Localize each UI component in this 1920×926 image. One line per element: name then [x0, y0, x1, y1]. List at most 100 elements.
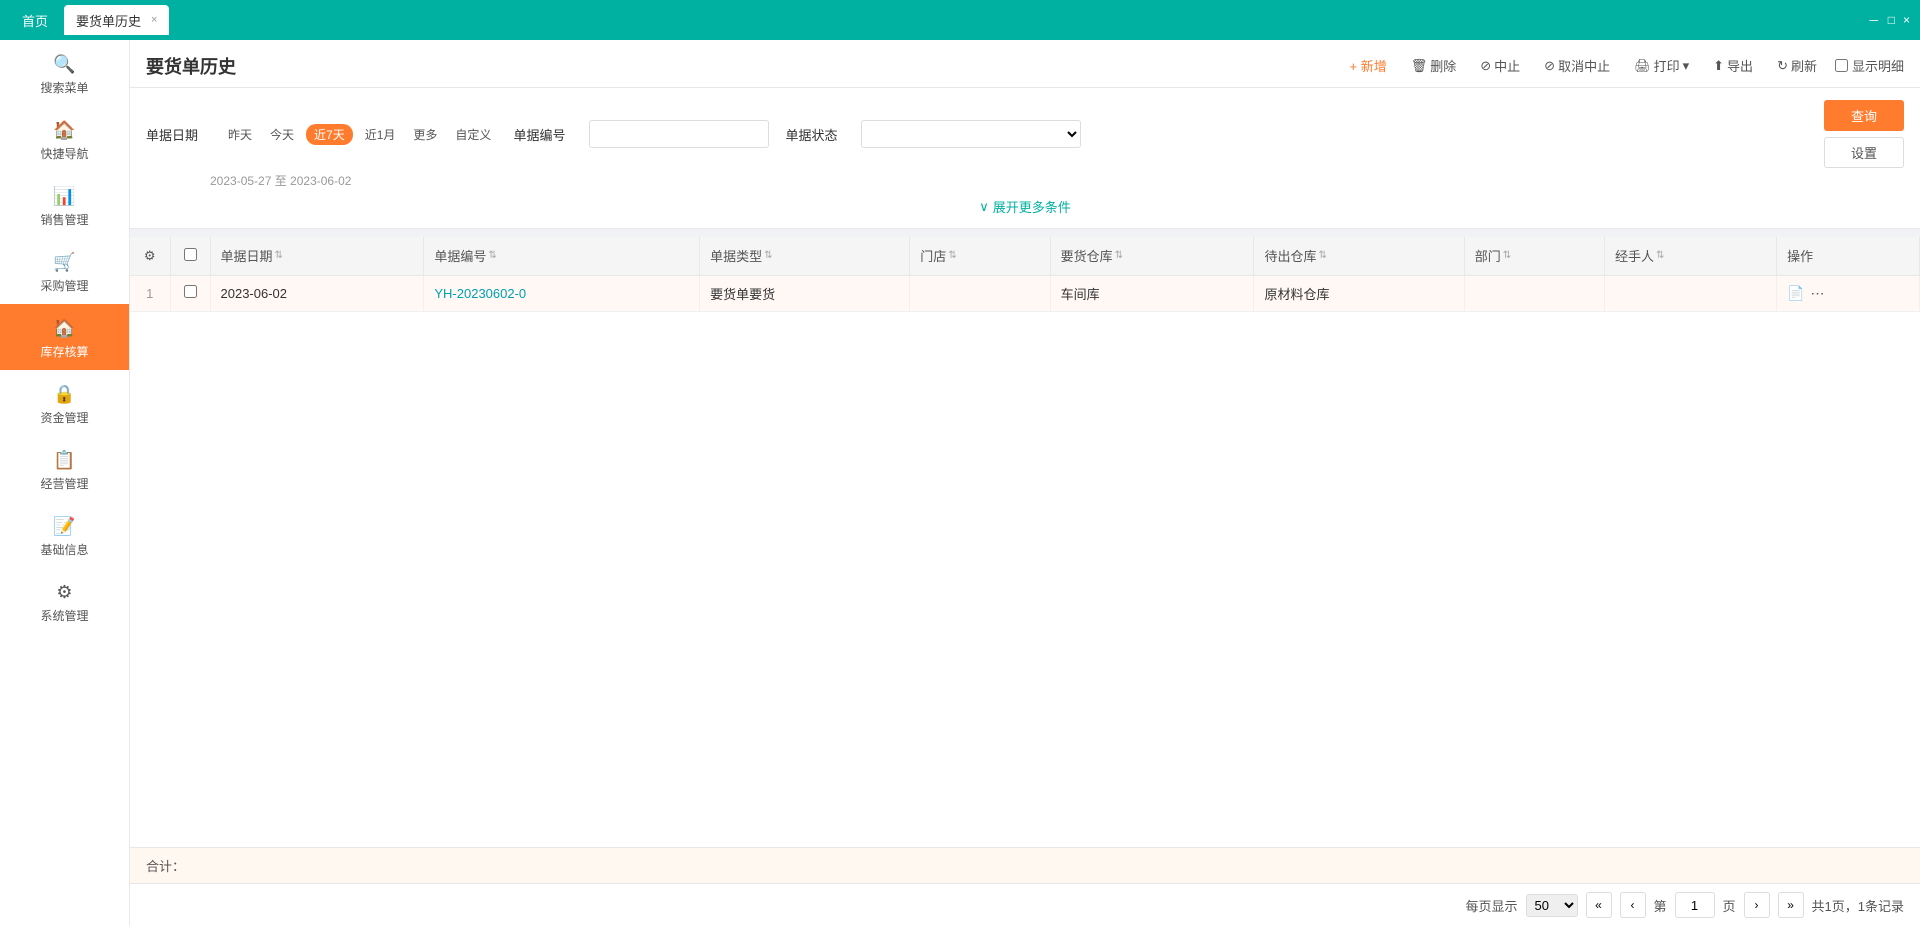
display-detail-checkbox[interactable]: 显示明细: [1835, 56, 1904, 75]
print-button[interactable]: 🖨 打印 ▾: [1628, 52, 1695, 79]
col-operation: 操作: [1777, 237, 1920, 275]
prev-page-btn[interactable]: ‹: [1620, 892, 1646, 918]
sort-department-icon: ⇅: [1503, 250, 1511, 261]
col-handler[interactable]: 经手人 ⇅: [1605, 237, 1777, 275]
tab-close-icon[interactable]: ×: [151, 14, 157, 26]
window-minimize-icon[interactable]: －: [1868, 12, 1880, 29]
sidebar-item-finance[interactable]: 🔒 资金管理: [0, 370, 129, 436]
tab-home[interactable]: 首页: [10, 5, 60, 35]
doc-date-label: 单据日期: [146, 125, 206, 144]
table-container: ⚙ 单据日期 ⇅ 单据编号: [130, 237, 1920, 847]
expand-more-btn[interactable]: ∨ 展开更多条件: [979, 197, 1071, 216]
summary-label: 合计：: [146, 856, 185, 875]
stop-button[interactable]: ⊘ 中止: [1474, 52, 1526, 79]
date-opt-more[interactable]: 更多: [407, 124, 443, 145]
page-label: 第: [1654, 896, 1667, 915]
col-settings[interactable]: ⚙: [130, 237, 170, 275]
tab-requisition-history[interactable]: 要货单历史 ×: [64, 5, 169, 35]
col-pending-warehouse-label: 待出仓库: [1264, 246, 1316, 265]
date-opt-custom[interactable]: 自定义: [449, 124, 497, 145]
col-doc-type[interactable]: 单据类型 ⇅: [700, 237, 910, 275]
row-checkbox[interactable]: [170, 275, 210, 311]
sort-req-warehouse-icon: ⇅: [1115, 250, 1123, 261]
page-number-input[interactable]: [1675, 892, 1715, 918]
operations-icon: 📋: [53, 450, 75, 471]
sort-store-icon: ⇅: [948, 250, 956, 261]
col-department[interactable]: 部门 ⇅: [1464, 237, 1604, 275]
col-req-warehouse[interactable]: 要货仓库 ⇅: [1050, 237, 1254, 275]
date-opt-today[interactable]: 今天: [264, 124, 300, 145]
col-req-warehouse-label: 要货仓库: [1061, 246, 1113, 265]
sort-doc-type-icon: ⇅: [764, 250, 772, 261]
sidebar-item-sales-label: 销售管理: [40, 211, 88, 228]
date-opt-1month[interactable]: 近1月: [359, 124, 402, 145]
export-icon: ⬆: [1713, 58, 1724, 74]
col-doc-no-label: 单据编号: [434, 246, 486, 265]
top-bar: 首页 要货单历史 × － □ ×: [0, 0, 1920, 40]
select-all-checkbox[interactable]: [184, 248, 197, 261]
sort-doc-date-icon: ⇅: [275, 250, 283, 261]
sidebar-item-quick-label: 快捷导航: [40, 145, 88, 162]
sidebar-item-system-label: 系统管理: [40, 607, 88, 624]
table-row: 1 2023-06-02 YH-20230602-0 要货单要货 车间库 原材料…: [130, 275, 1920, 311]
top-bar-right: － □ ×: [1868, 12, 1910, 29]
sidebar-item-system[interactable]: ⚙ 系统管理: [0, 568, 129, 634]
doc-status-select[interactable]: [861, 120, 1081, 148]
cancel-stop-icon: ⊘: [1544, 58, 1555, 74]
window-maximize-icon[interactable]: □: [1888, 13, 1895, 27]
export-label: 导出: [1727, 56, 1753, 75]
sidebar-item-purchase[interactable]: 🛒 采购管理: [0, 238, 129, 304]
display-detail-input[interactable]: [1835, 59, 1848, 72]
doc-status-label: 单据状态: [785, 125, 845, 144]
sidebar-item-search-menu[interactable]: 🔍 搜索菜单: [0, 40, 129, 106]
page-title: 要货单历史: [146, 53, 236, 79]
col-doc-no[interactable]: 单据编号 ⇅: [424, 237, 700, 275]
view-icon[interactable]: 📄: [1787, 285, 1804, 302]
sidebar-item-purchase-label: 采购管理: [40, 277, 88, 294]
refresh-button[interactable]: ↻ 刷新: [1771, 52, 1823, 79]
sidebar-item-sales[interactable]: 📊 销售管理: [0, 172, 129, 238]
more-icon[interactable]: ⋯: [1811, 285, 1825, 302]
window-close-icon[interactable]: ×: [1903, 13, 1910, 27]
chevron-down-icon: ∨: [979, 199, 989, 215]
settings-button[interactable]: 设置: [1824, 137, 1904, 168]
date-opt-7days[interactable]: 近7天: [306, 124, 353, 145]
sidebar-item-quick-nav[interactable]: 🏠 快捷导航: [0, 106, 129, 172]
sidebar-item-operations[interactable]: 📋 经营管理: [0, 436, 129, 502]
date-opt-yesterday[interactable]: 昨天: [222, 124, 258, 145]
row-select-checkbox[interactable]: [184, 285, 197, 298]
sidebar-item-inventory-label: 库存核算: [40, 343, 88, 360]
next-page-btn[interactable]: ›: [1744, 892, 1770, 918]
delete-button[interactable]: 🗑 删除: [1405, 52, 1463, 79]
pagination-bar: 每页显示 10 20 50 100 « ‹ 第 页 › » 共1页，1条记录: [130, 883, 1920, 926]
cancel-stop-button[interactable]: ⊘ 取消中止: [1538, 52, 1616, 79]
table-body: 1 2023-06-02 YH-20230602-0 要货单要货 车间库 原材料…: [130, 275, 1920, 311]
add-button[interactable]: + 新增: [1343, 52, 1392, 79]
date-options: 昨天 今天 近7天 近1月 更多 自定义: [222, 124, 497, 145]
print-icon: 🖨: [1634, 58, 1651, 74]
first-page-btn[interactable]: «: [1586, 892, 1612, 918]
row-doc-no[interactable]: YH-20230602-0: [424, 275, 700, 311]
row-doc-date: 2023-06-02: [210, 275, 424, 311]
row-department: [1464, 275, 1604, 311]
last-page-btn[interactable]: »: [1778, 892, 1804, 918]
sidebar-item-inventory[interactable]: 🏠 库存核算: [0, 304, 129, 370]
row-operation: 📄 ⋯: [1777, 275, 1920, 311]
filter-row-date-range: 2023-05-27 至 2023-06-02: [210, 172, 1904, 189]
sales-icon: 📊: [53, 186, 75, 207]
col-doc-date[interactable]: 单据日期 ⇅: [210, 237, 424, 275]
col-pending-warehouse[interactable]: 待出仓库 ⇅: [1254, 237, 1464, 275]
export-button[interactable]: ⬆ 导出: [1707, 52, 1759, 79]
expand-label: 展开更多条件: [993, 197, 1071, 216]
sidebar-item-basic-info[interactable]: 📝 基础信息: [0, 502, 129, 568]
query-button[interactable]: 查询: [1824, 100, 1904, 131]
doc-no-link[interactable]: YH-20230602-0: [434, 286, 526, 301]
doc-no-input[interactable]: [589, 120, 769, 148]
col-store[interactable]: 门店 ⇅: [910, 237, 1050, 275]
basic-info-icon: 📝: [53, 516, 75, 537]
search-icon: 🔍: [53, 54, 75, 75]
sidebar-item-basic-label: 基础信息: [40, 541, 88, 558]
table-header-row: ⚙ 单据日期 ⇅ 单据编号: [130, 237, 1920, 275]
content-area: 要货单历史 + 新增 🗑 删除 ⊘ 中止 ⊘ 取消中止 🖨: [130, 40, 1920, 926]
per-page-select[interactable]: 10 20 50 100: [1526, 894, 1578, 917]
